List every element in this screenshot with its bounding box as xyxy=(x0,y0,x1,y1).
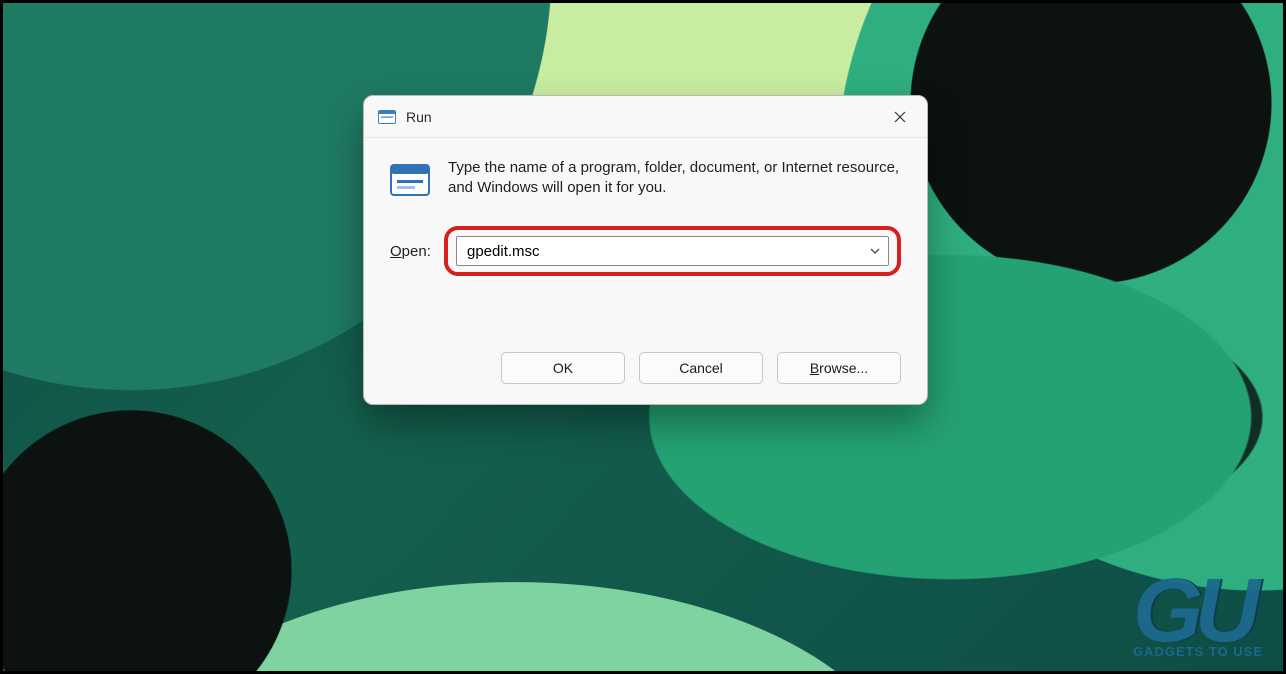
cancel-button[interactable]: Cancel xyxy=(639,352,763,384)
browse-button[interactable]: Browse... xyxy=(777,352,901,384)
input-highlight-annotation xyxy=(444,226,901,276)
dialog-title: Run xyxy=(406,109,432,125)
watermark-logo: GU GADGETS TO USE xyxy=(1133,576,1263,659)
watermark-letter-g: G xyxy=(1133,576,1195,646)
open-input[interactable] xyxy=(457,243,862,260)
dialog-description: Type the name of a program, folder, docu… xyxy=(448,158,901,199)
open-label: Open: xyxy=(390,243,438,260)
run-dialog-window: Run Type the name of a program, folder, … xyxy=(363,95,928,405)
dialog-body: Type the name of a program, folder, docu… xyxy=(364,138,927,322)
titlebar: Run xyxy=(364,96,927,138)
chevron-down-icon[interactable] xyxy=(862,237,888,265)
watermark-tagline: GADGETS TO USE xyxy=(1133,644,1263,659)
ok-button[interactable]: OK xyxy=(501,352,625,384)
run-app-icon xyxy=(378,108,396,126)
close-button[interactable] xyxy=(877,97,923,137)
dialog-button-row: OK Cancel Browse... xyxy=(364,352,927,404)
open-combobox[interactable] xyxy=(456,236,889,266)
run-large-icon xyxy=(390,160,430,200)
close-icon xyxy=(894,111,906,123)
watermark-letter-u: U xyxy=(1195,576,1252,646)
